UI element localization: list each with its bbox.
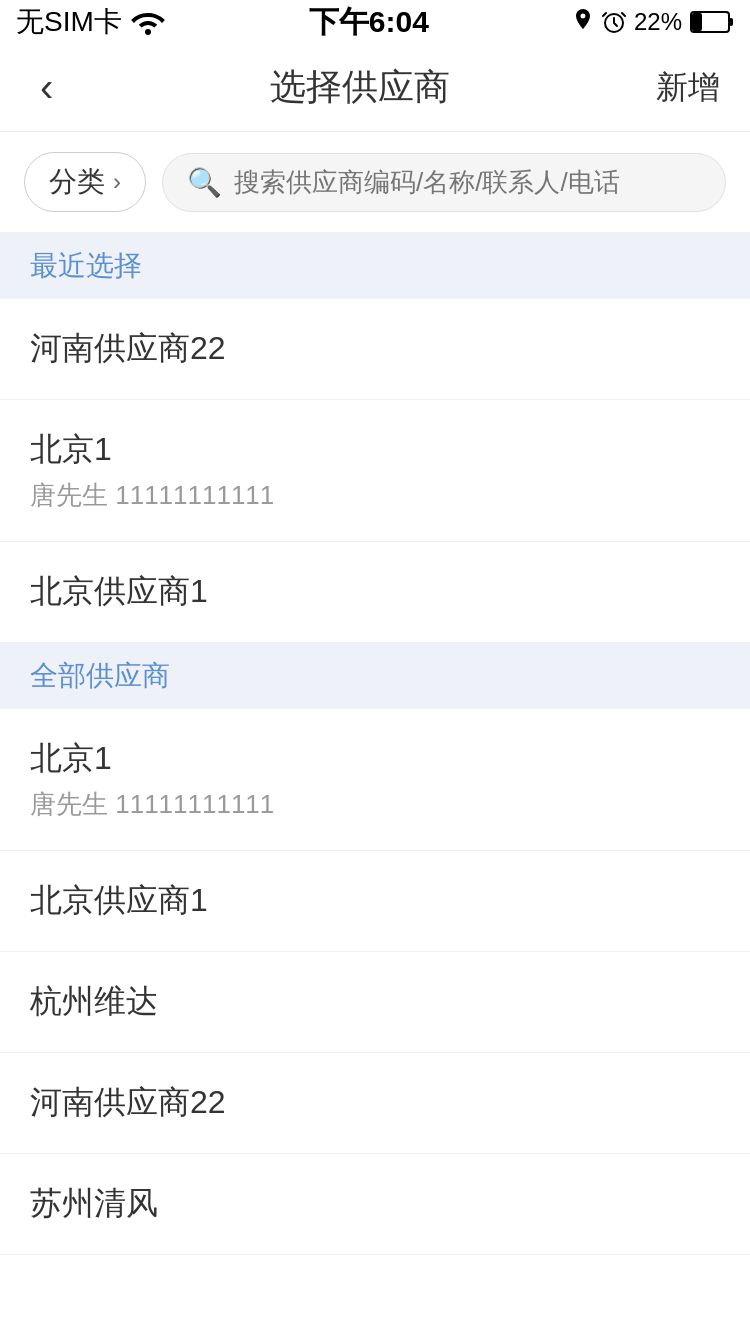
item-name: 河南供应商22 — [30, 327, 720, 371]
svg-rect-2 — [692, 13, 702, 31]
svg-rect-3 — [729, 18, 733, 26]
item-name: 北京供应商1 — [30, 570, 720, 614]
list-item[interactable]: 北京1 唐先生 11111111111 — [0, 709, 750, 851]
item-name: 北京1 — [30, 737, 720, 781]
item-sub: 唐先生 11111111111 — [30, 787, 720, 822]
location-icon — [572, 9, 594, 35]
item-name: 北京供应商1 — [30, 879, 720, 923]
status-right: 22% — [572, 8, 734, 36]
category-button[interactable]: 分类 › — [24, 152, 146, 212]
list-item[interactable]: 河南供应商22 — [0, 1053, 750, 1154]
recent-list: 河南供应商22 北京1 唐先生 11111111111 北京供应商1 — [0, 299, 750, 643]
list-item[interactable]: 北京供应商1 — [0, 851, 750, 952]
nav-bar: ‹ 选择供应商 新增 — [0, 44, 750, 132]
alarm-icon — [602, 9, 626, 35]
item-name: 北京1 — [30, 428, 720, 472]
battery-percent: 22% — [634, 8, 682, 36]
all-section-header: 全部供应商 — [0, 643, 750, 709]
item-sub: 唐先生 11111111111 — [30, 478, 720, 513]
add-button[interactable]: 新增 — [656, 66, 720, 110]
status-time: 下午6:04 — [309, 2, 429, 43]
wifi-icon — [130, 9, 166, 35]
list-item[interactable]: 河南供应商22 — [0, 299, 750, 400]
back-button[interactable]: ‹ — [30, 55, 63, 120]
item-name: 河南供应商22 — [30, 1081, 720, 1125]
category-label: 分类 — [49, 163, 105, 201]
filter-bar: 分类 › 🔍 — [0, 132, 750, 233]
page-title: 选择供应商 — [270, 63, 450, 112]
recent-section-header: 最近选择 — [0, 233, 750, 299]
search-box[interactable]: 🔍 — [162, 153, 726, 212]
list-item[interactable]: 杭州维达 — [0, 952, 750, 1053]
item-name: 苏州清风 — [30, 1182, 720, 1226]
list-item[interactable]: 北京1 唐先生 11111111111 — [0, 400, 750, 542]
item-name: 杭州维达 — [30, 980, 720, 1024]
list-item[interactable]: 苏州清风 — [0, 1154, 750, 1255]
search-input[interactable] — [234, 167, 701, 198]
list-item[interactable]: 北京供应商1 — [0, 542, 750, 643]
search-icon: 🔍 — [187, 166, 222, 199]
all-list: 北京1 唐先生 11111111111 北京供应商1 杭州维达河南供应商22 苏州清风 — [0, 709, 750, 1255]
battery-icon — [690, 11, 734, 33]
chevron-right-icon: › — [113, 168, 121, 196]
status-bar: 无SIM卡 下午6:04 22% — [0, 0, 750, 44]
status-left: 无SIM卡 — [16, 3, 166, 41]
no-sim-label: 无SIM卡 — [16, 3, 122, 41]
